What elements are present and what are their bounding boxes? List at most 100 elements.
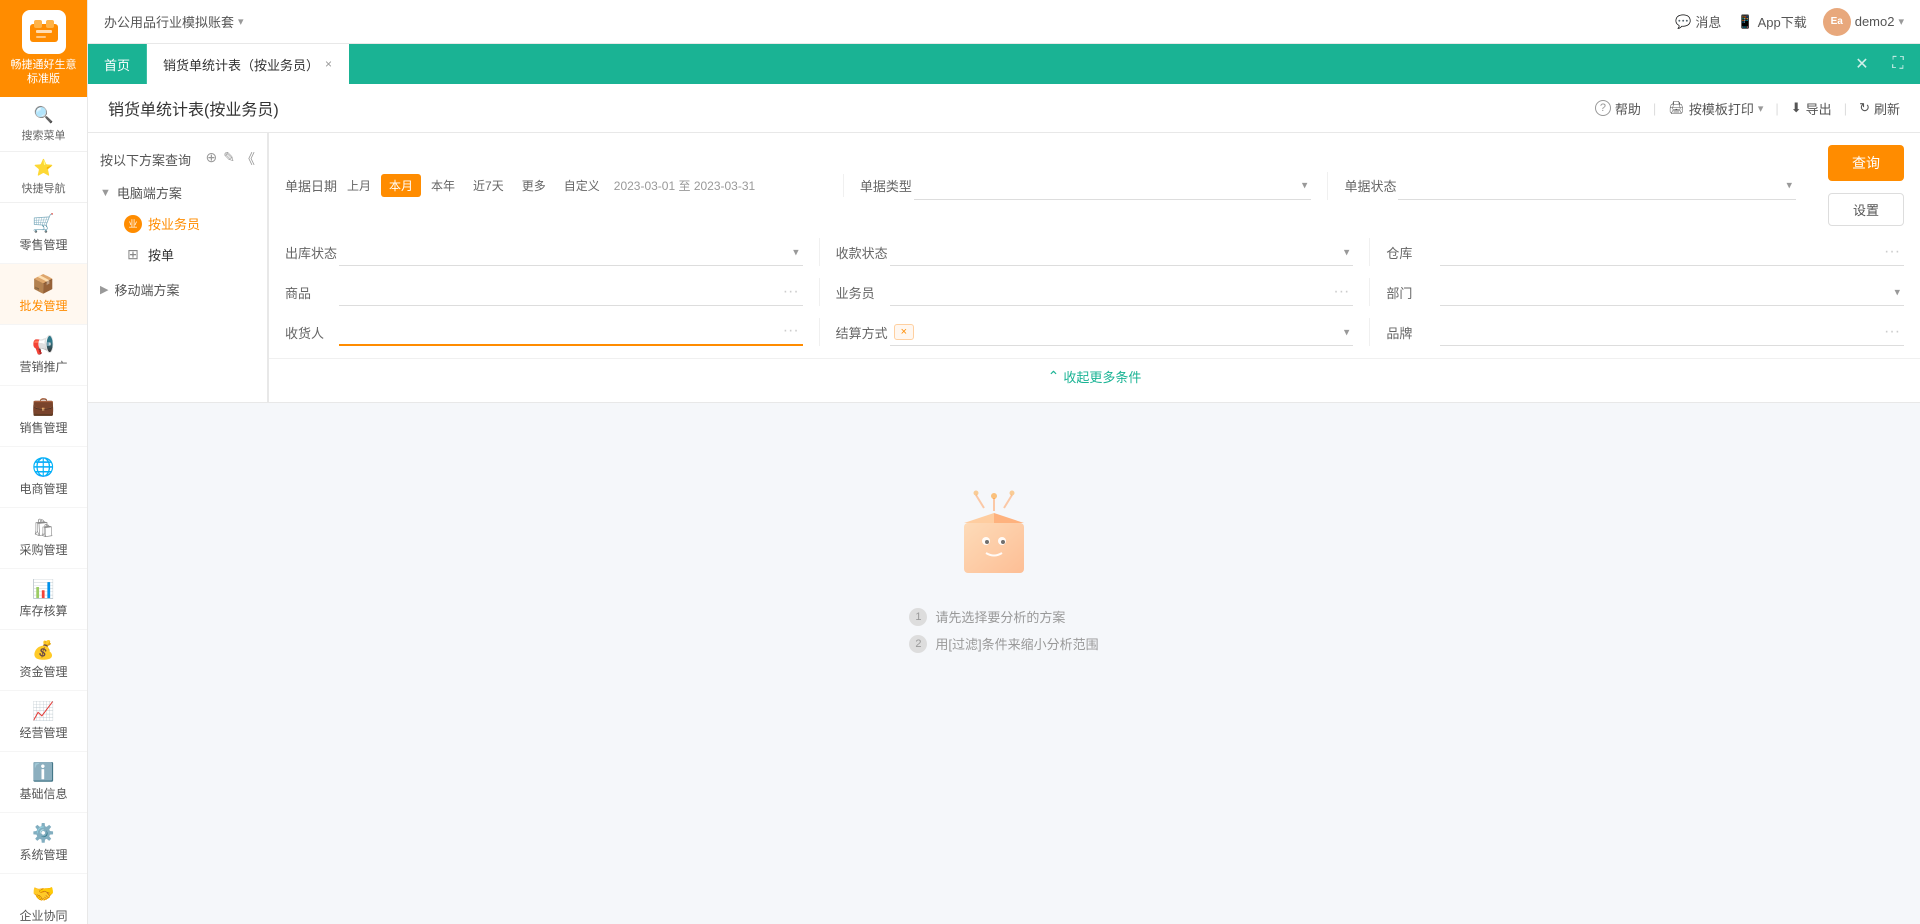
enterprise-icon: 🤝 — [32, 884, 54, 905]
app-selector-text: 办公用品行业模拟账套 — [104, 12, 234, 31]
header-left: 办公用品行业模拟账套 ▾ — [104, 12, 244, 31]
user-action[interactable]: Ea demo2 ▾ — [1823, 8, 1904, 36]
scheme-sub-items-pc: 业 按业务员 ⊞ 按单 — [88, 208, 267, 270]
date-this-year[interactable]: 本年 — [423, 174, 463, 197]
brand-control[interactable]: ··· — [1440, 318, 1904, 346]
date-last-month[interactable]: 上月 — [339, 174, 379, 197]
enterprise-label: 企业协同 — [19, 907, 67, 924]
scheme-group-mobile-header[interactable]: ▶ 移动端方案 — [88, 274, 267, 305]
empty-state: 1 请先选择要分析的方案 2 用[过滤]条件来缩小分析范围 — [88, 403, 1920, 733]
tab-expand-icon[interactable]: ⛶ — [1884, 50, 1912, 78]
top-header: 办公用品行业模拟账套 ▾ 💬 消息 📱 App下载 Ea demo2 ▾ — [88, 0, 1920, 44]
tab-close-window-icon[interactable]: ✕ — [1848, 50, 1876, 78]
wholesale-icon: 📦 — [32, 274, 54, 295]
sidebar-item-enterprise[interactable]: 🤝 企业协同 — [0, 874, 87, 924]
sidebar-item-marketing[interactable]: 📢 营销推广 — [0, 325, 87, 386]
purchase-icon: 🛍 — [32, 518, 55, 539]
goods-control[interactable]: ··· — [339, 278, 803, 306]
sidebar-item-inventory[interactable]: 📊 库存核算 — [0, 569, 87, 630]
query-button[interactable]: 查询 — [1828, 145, 1904, 181]
refresh-button[interactable]: ↻ 刷新 — [1859, 99, 1900, 118]
app-download-action[interactable]: 📱 App下载 — [1737, 12, 1806, 31]
export-button[interactable]: ⬇ 导出 — [1791, 99, 1832, 118]
date-more[interactable]: 更多 — [514, 174, 554, 197]
tab-close-icon[interactable]: × — [325, 57, 332, 71]
dots-warehouse-icon: ··· — [1884, 243, 1900, 261]
warehouse-control[interactable]: ··· — [1440, 238, 1904, 266]
help-button[interactable]: ? 帮助 — [1595, 99, 1641, 118]
collapse-button[interactable]: ⌃ 收起更多条件 — [1036, 363, 1154, 390]
salesperson-scheme-icon: 业 — [124, 215, 142, 233]
sales-label: 销售管理 — [19, 419, 67, 436]
tab-bar: 首页 销货单统计表（按业务员） × ✕ ⛶ — [88, 44, 1920, 84]
phone-icon: 📱 — [1737, 14, 1753, 30]
x-button[interactable]: × — [901, 326, 907, 338]
out-status-cell: 出库状态 ▾ — [285, 238, 820, 266]
dots-brand-icon: ··· — [1884, 323, 1900, 341]
scheme-item-by-order[interactable]: ⊞ 按单 — [112, 239, 267, 270]
sidebar-item-wholesale[interactable]: 📦 批发管理 — [0, 264, 87, 325]
sidebar-item-ecommerce[interactable]: 🌐 电商管理 — [0, 447, 87, 508]
date-last-7days[interactable]: 近7天 — [465, 174, 512, 197]
quick-nav[interactable]: ⭐ 快捷导航 — [0, 152, 87, 203]
collapse-label: 收起更多条件 — [1063, 367, 1141, 386]
doc-type-control[interactable]: ▾ — [914, 172, 1312, 200]
sidebar-item-retail[interactable]: 🛒 零售管理 — [0, 203, 87, 264]
doc-status-cell: 单据状态 ▾ — [1328, 172, 1812, 200]
scheme-item-by-salesperson[interactable]: 业 按业务员 — [112, 208, 267, 239]
sidebar-item-operations[interactable]: 📈 经营管理 — [0, 691, 87, 752]
consignee-control[interactable]: ··· — [339, 318, 803, 346]
sidebar-item-finance[interactable]: 💰 资金管理 — [0, 630, 87, 691]
sidebar-item-system[interactable]: ⚙️ 系统管理 — [0, 813, 87, 874]
export-label: 导出 — [1806, 99, 1832, 118]
logo-text: 畅捷通好生意 标准版 — [8, 58, 79, 87]
salesperson-control[interactable]: ··· — [890, 278, 1354, 306]
page-content: 销货单统计表(按业务员) ? 帮助 | 🖨 按模板打印 ▾ | ⬇ 导出 | — [88, 84, 1920, 924]
consignee-cell: 收货人 ··· — [285, 318, 820, 346]
salesperson-cell: 业务员 ··· — [820, 278, 1371, 306]
header-right: 💬 消息 📱 App下载 Ea demo2 ▾ — [1675, 8, 1904, 36]
tab-sales-stats[interactable]: 销货单统计表（按业务员） × — [147, 44, 349, 84]
doc-type-label: 单据类型 — [860, 176, 914, 195]
add-scheme-icon[interactable]: ⊕ — [206, 149, 218, 169]
receipt-status-control[interactable]: ▾ — [890, 238, 1354, 266]
filter-panel: 单据日期 上月 本月 本年 近7天 更多 自定义 2023-03-01 至 20… — [268, 133, 1920, 402]
settings-button[interactable]: 设置 — [1828, 193, 1904, 226]
sidebar-logo[interactable]: 畅捷通好生意 标准版 — [0, 0, 87, 97]
chevron-down-doctype-icon: ▾ — [1302, 179, 1308, 192]
print-button[interactable]: 🖨 按模板打印 ▾ — [1668, 99, 1763, 118]
nav-icon: ⭐ — [34, 158, 54, 178]
action-buttons: 查询 设置 — [1812, 145, 1904, 226]
settlement-control[interactable]: × ▾ — [890, 318, 1354, 346]
receipt-status-cell: 收款状态 ▾ — [820, 238, 1371, 266]
marketing-label: 营销推广 — [19, 358, 67, 375]
home-tab-label: 首页 — [104, 55, 130, 74]
export-icon: ⬇ — [1791, 100, 1802, 116]
department-control[interactable]: ▾ — [1440, 278, 1904, 306]
dots-consignee-icon: ··· — [783, 322, 799, 340]
goods-cell: 商品 ··· — [285, 278, 820, 306]
edit-scheme-icon[interactable]: ✎ — [223, 149, 235, 169]
sidebar-item-sales[interactable]: 💼 销售管理 — [0, 386, 87, 447]
tab-bar-actions: ✕ ⛶ — [1848, 50, 1920, 78]
date-custom[interactable]: 自定义 — [556, 174, 608, 197]
message-action[interactable]: 💬 消息 — [1675, 12, 1721, 31]
date-filter-cell: 单据日期 上月 本月 本年 近7天 更多 自定义 2023-03-01 至 20… — [285, 174, 844, 197]
inventory-label: 库存核算 — [19, 602, 67, 619]
scheme-panel-header: 按以下方案查询 ⊕ ✎ 《 — [88, 145, 267, 177]
pc-group-label: 电脑端方案 — [117, 183, 255, 202]
chevron-down-outstatus-icon: ▾ — [793, 245, 799, 258]
tab-home[interactable]: 首页 — [88, 44, 147, 84]
department-label: 部门 — [1386, 283, 1440, 302]
sidebar-item-basic[interactable]: ℹ️ 基础信息 — [0, 752, 87, 813]
collapse-scheme-icon[interactable]: 《 — [241, 149, 255, 169]
doc-status-control[interactable]: ▾ — [1398, 172, 1796, 200]
scheme-group-pc-header[interactable]: ▼ 电脑端方案 — [88, 177, 267, 208]
out-status-control[interactable]: ▾ — [339, 238, 803, 266]
date-this-month[interactable]: 本月 — [381, 174, 421, 197]
app-selector[interactable]: 办公用品行业模拟账套 ▾ — [104, 12, 244, 31]
scheme-group-pc: ▼ 电脑端方案 业 按业务员 ⊞ 按单 — [88, 177, 267, 270]
sidebar-item-purchase[interactable]: 🛍 采购管理 — [0, 508, 87, 569]
search-menu[interactable]: 🔍 搜索菜单 — [0, 97, 87, 152]
out-status-label: 出库状态 — [285, 243, 339, 262]
